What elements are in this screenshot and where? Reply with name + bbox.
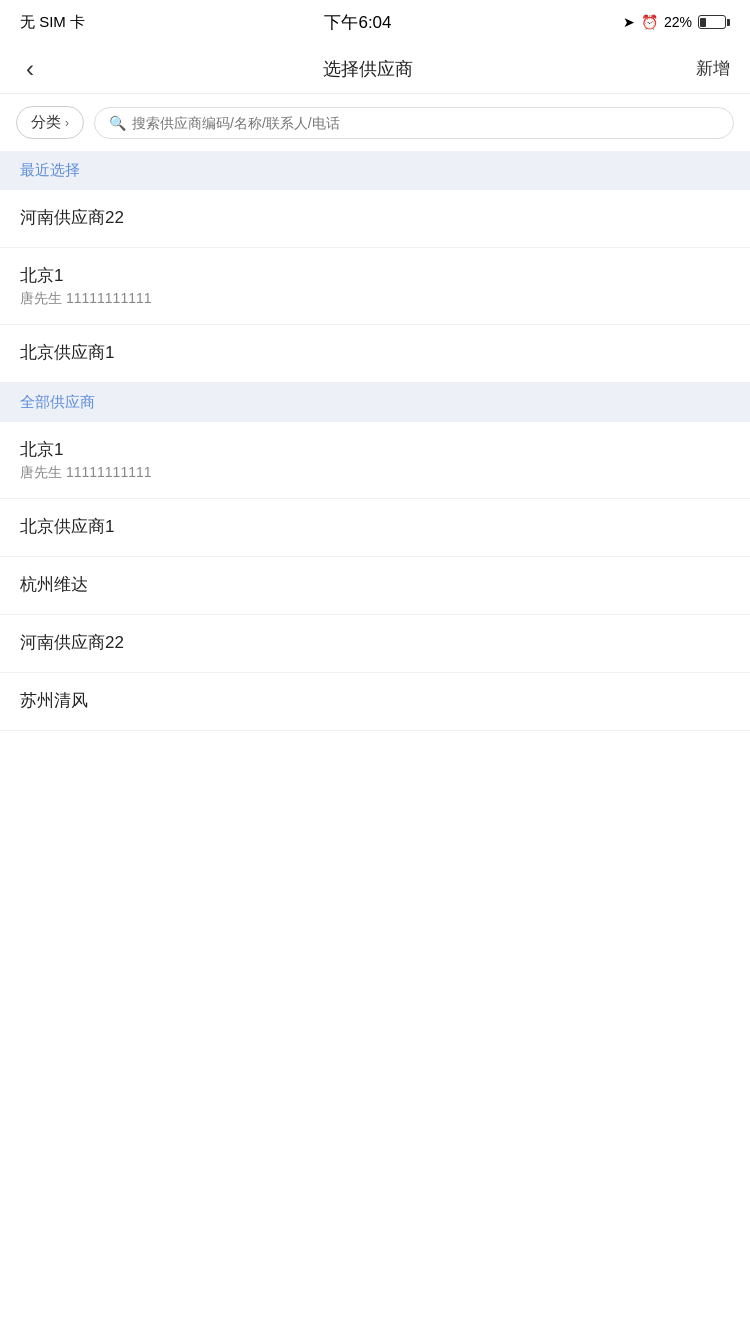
supplier-name: 北京供应商1 [20, 341, 730, 364]
location-icon: ➤ [623, 14, 635, 30]
list-item[interactable]: 河南供应商22 [0, 190, 750, 248]
recent-items-list: 河南供应商22 北京1 唐先生 11111111111 北京供应商1 [0, 190, 750, 383]
list-item[interactable]: 北京供应商1 [0, 325, 750, 383]
supplier-name: 河南供应商22 [20, 206, 730, 229]
nav-bar: ‹ 选择供应商 新增 [0, 44, 750, 94]
supplier-name: 北京供应商1 [20, 515, 730, 538]
list-item[interactable]: 北京1 唐先生 11111111111 [0, 248, 750, 325]
supplier-name: 北京1 [20, 438, 730, 461]
add-button[interactable]: 新增 [696, 57, 730, 80]
recent-section-header: 最近选择 [0, 151, 750, 190]
list-item[interactable]: 杭州维达 [0, 557, 750, 615]
status-time: 下午6:04 [324, 11, 391, 34]
no-sim-text: 无 SIM 卡 [20, 13, 85, 32]
status-left: 无 SIM 卡 [20, 13, 93, 32]
chevron-right-icon: › [65, 116, 69, 130]
supplier-name: 河南供应商22 [20, 631, 730, 654]
category-label: 分类 [31, 113, 61, 132]
supplier-name: 杭州维达 [20, 573, 730, 596]
recent-section-label: 最近选择 [20, 161, 80, 178]
status-right: ➤ ⏰ 22% [623, 14, 730, 30]
supplier-detail: 唐先生 11111111111 [20, 290, 730, 308]
filter-bar: 分类 › 🔍 [0, 94, 750, 151]
search-input[interactable] [132, 115, 719, 131]
supplier-name: 北京1 [20, 264, 730, 287]
alarm-icon: ⏰ [641, 14, 658, 30]
page-title: 选择供应商 [323, 57, 413, 81]
all-items-list: 北京1 唐先生 11111111111 北京供应商1 杭州维达河南供应商22 苏州清风 [0, 422, 750, 731]
search-bar: 🔍 [94, 107, 734, 139]
list-item[interactable]: 北京供应商1 [0, 499, 750, 557]
status-bar: 无 SIM 卡 下午6:04 ➤ ⏰ 22% [0, 0, 750, 44]
battery-percent: 22% [664, 14, 692, 30]
list-item[interactable]: 北京1 唐先生 11111111111 [0, 422, 750, 499]
category-button[interactable]: 分类 › [16, 106, 84, 139]
battery-icon [698, 15, 730, 29]
back-button[interactable]: ‹ [20, 49, 40, 89]
all-section-label: 全部供应商 [20, 393, 95, 410]
search-icon: 🔍 [109, 115, 126, 131]
list-item[interactable]: 河南供应商22 [0, 615, 750, 673]
supplier-name: 苏州清风 [20, 689, 730, 712]
all-section-header: 全部供应商 [0, 383, 750, 422]
list-item[interactable]: 苏州清风 [0, 673, 750, 731]
supplier-detail: 唐先生 11111111111 [20, 464, 730, 482]
